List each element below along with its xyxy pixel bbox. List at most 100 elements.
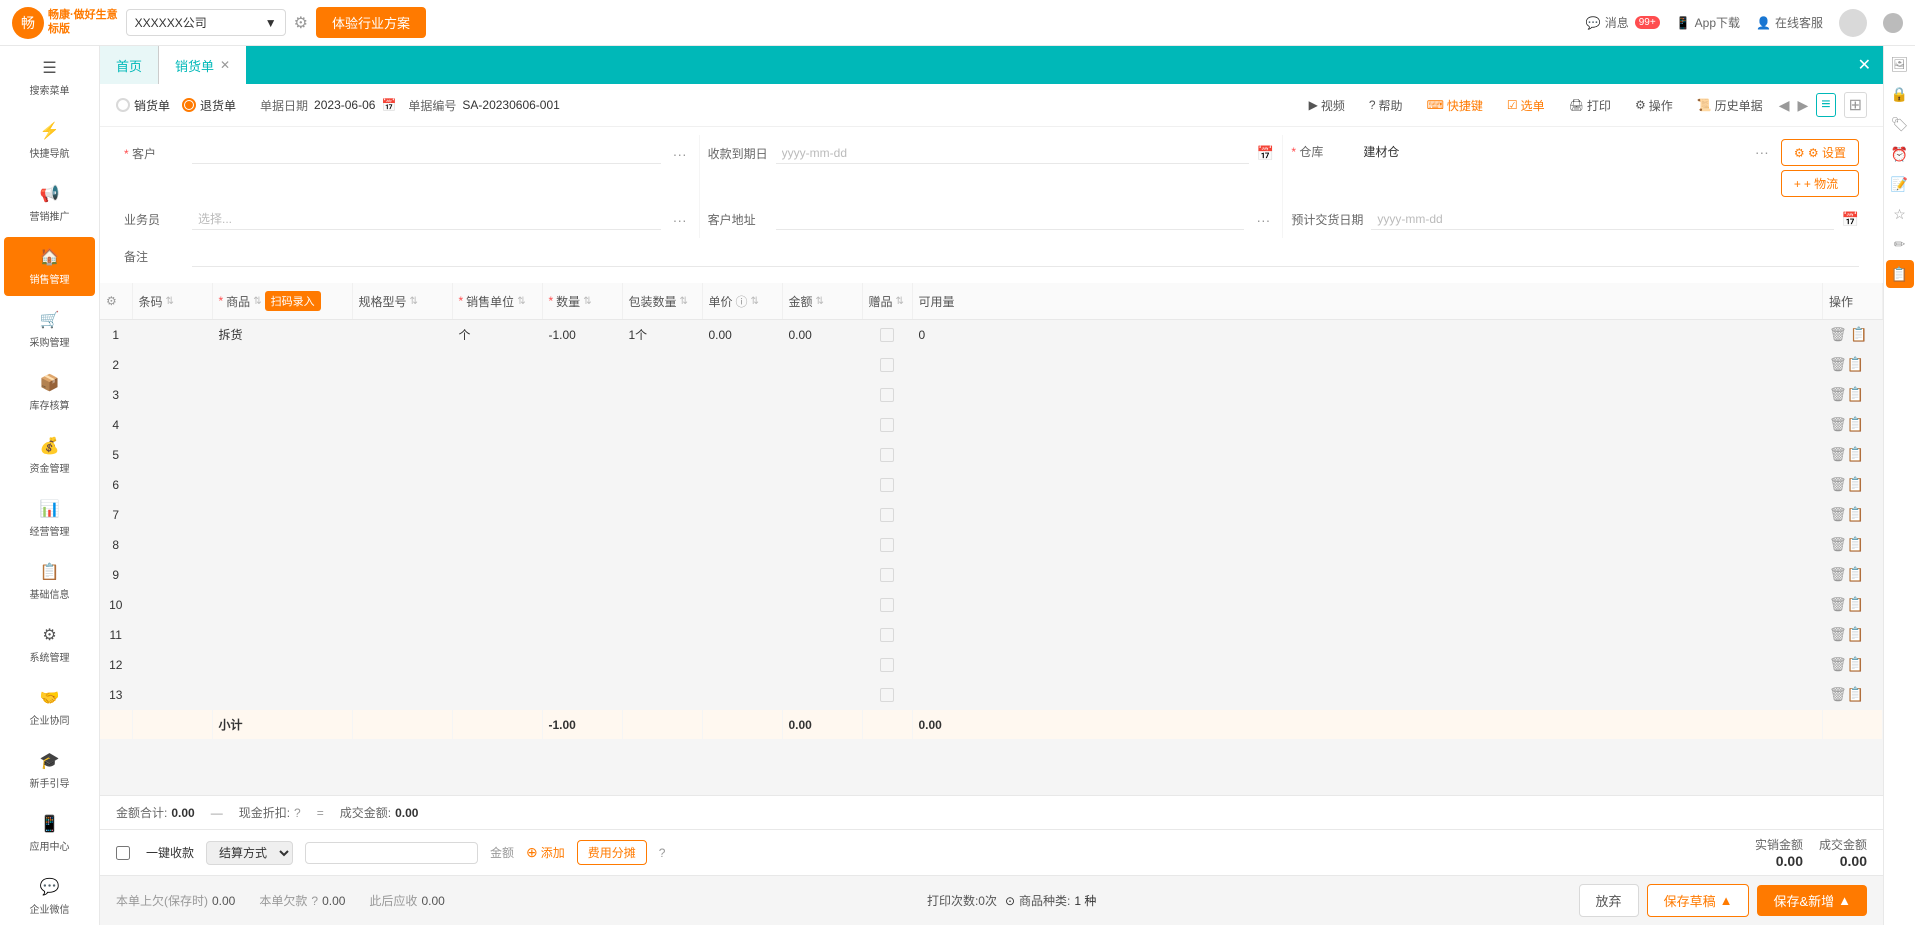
calendar-icon[interactable]: 📅: [381, 98, 396, 112]
next-icon[interactable]: ▶: [1797, 97, 1808, 114]
delete-row-5-icon[interactable]: 🗑: [1829, 446, 1847, 462]
gift-checkbox-13[interactable]: [880, 688, 894, 702]
draft-button[interactable]: 保存草稿 ▲: [1647, 884, 1750, 917]
salesperson-input[interactable]: [192, 209, 661, 230]
copy-row-13-icon[interactable]: 📋: [1847, 686, 1864, 702]
delete-row-10-icon[interactable]: 🗑: [1829, 596, 1847, 612]
discard-button[interactable]: 放弃: [1579, 884, 1639, 917]
delete-row-8-icon[interactable]: 🗑: [1829, 536, 1847, 552]
sidebar-item-operations[interactable]: 📊 经营管理: [4, 489, 95, 548]
tab-sales-order[interactable]: 销货单 ✕: [159, 46, 246, 84]
barcode-sort-icon[interactable]: ⇅: [166, 296, 174, 307]
shortcut-button[interactable]: ⌨ 快捷键: [1419, 94, 1491, 117]
help-button[interactable]: ? 帮助: [1361, 94, 1411, 117]
amount-sort-icon[interactable]: ⇅: [816, 296, 824, 307]
right-panel-clock[interactable]: ⏰: [1886, 140, 1914, 168]
copy-row-4-icon[interactable]: 📋: [1847, 416, 1864, 432]
receipt-date-input[interactable]: [776, 143, 1249, 164]
print-button[interactable]: 🖨 打印: [1561, 94, 1619, 117]
qty-sort-icon[interactable]: ⇅: [583, 296, 591, 307]
gift-checkbox-12[interactable]: [880, 658, 894, 672]
delete-row-1-icon[interactable]: 🗑: [1829, 326, 1847, 342]
copy-row-7-icon[interactable]: 📋: [1847, 506, 1864, 522]
copy-row-12-icon[interactable]: 📋: [1847, 656, 1864, 672]
sidebar-item-guide[interactable]: 🎓 新手引导: [4, 741, 95, 800]
operate-button[interactable]: ⚙ 操作: [1627, 94, 1681, 117]
sidebar-item-appstore[interactable]: 📱 应用中心: [4, 804, 95, 863]
select-button[interactable]: ☑ 选单: [1499, 94, 1553, 117]
tab-home[interactable]: 首页: [100, 46, 159, 84]
prev-icon[interactable]: ◀: [1779, 97, 1790, 114]
gift-checkbox-11[interactable]: [880, 628, 894, 642]
radio-sales[interactable]: 销货单: [116, 97, 170, 114]
cell-pack-qty-1[interactable]: 1个: [622, 320, 702, 350]
flow-button[interactable]: + + 物流: [1781, 170, 1859, 197]
close-icon[interactable]: ✕: [1858, 57, 1871, 74]
sidebar-item-search[interactable]: ☰ 搜索菜单: [4, 48, 95, 107]
copy-row-11-icon[interactable]: 📋: [1847, 626, 1864, 642]
copy-row-1-icon[interactable]: 📋: [1850, 326, 1867, 342]
sidebar-item-finance[interactable]: 💰 资金管理: [4, 426, 95, 485]
tab-close-icon[interactable]: ✕: [220, 58, 230, 72]
gift-checkbox-3[interactable]: [880, 388, 894, 402]
sidebar-item-quicknav[interactable]: ⚡ 快捷导航: [4, 111, 95, 170]
note-input[interactable]: [192, 246, 1859, 267]
right-panel-lock[interactable]: 🔒: [1886, 80, 1914, 108]
grid-view-icon[interactable]: ⊞: [1844, 92, 1867, 118]
delete-row-12-icon[interactable]: 🗑: [1829, 656, 1847, 672]
one-click-payment-checkbox[interactable]: [116, 846, 130, 860]
cell-unit-1[interactable]: 个: [452, 320, 542, 350]
expense-info-icon[interactable]: ?: [659, 846, 666, 860]
delivery-calendar-icon[interactable]: 📅: [1842, 211, 1859, 228]
pack-sort-icon[interactable]: ⇅: [680, 296, 688, 307]
gift-checkbox-4[interactable]: [880, 418, 894, 432]
expense-button[interactable]: 费用分摊: [577, 840, 647, 865]
setting-button[interactable]: ⚙ ⚙ 设置: [1781, 139, 1859, 166]
gift-checkbox-10[interactable]: [880, 598, 894, 612]
right-panel-image[interactable]: 🖼: [1886, 50, 1914, 78]
cell-quantity-1[interactable]: -1.00: [542, 320, 622, 350]
add-payment-button[interactable]: ⊕ 添加: [526, 844, 565, 861]
sidebar-item-purchase[interactable]: 🛒 采购管理: [4, 300, 95, 359]
gift-checkbox-8[interactable]: [880, 538, 894, 552]
price-sort-icon[interactable]: ⇅: [751, 296, 759, 307]
unit-sort-icon[interactable]: ⇅: [517, 296, 525, 307]
copy-row-3-icon[interactable]: 📋: [1847, 386, 1864, 402]
payment-method-select[interactable]: 结算方式: [206, 841, 293, 865]
cell-barcode-1[interactable]: [132, 320, 212, 350]
sidebar-item-basics[interactable]: 📋 基础信息: [4, 552, 95, 611]
list-view-icon[interactable]: ≡: [1816, 93, 1835, 117]
online-service-button[interactable]: 👤 在线客服: [1756, 14, 1823, 31]
discount-info-icon[interactable]: ?: [294, 806, 301, 820]
right-panel-note[interactable]: 📝: [1886, 170, 1914, 198]
avatar2[interactable]: [1883, 13, 1903, 33]
right-panel-active[interactable]: 📋: [1886, 260, 1914, 288]
column-settings-icon[interactable]: ⚙: [106, 294, 117, 308]
spec-sort-icon[interactable]: ⇅: [410, 296, 418, 307]
settings-gear-icon[interactable]: ⚙: [294, 13, 308, 33]
save-new-button[interactable]: 保存&新增 ▲: [1757, 885, 1867, 916]
right-panel-tag[interactable]: 🏷: [1886, 110, 1914, 138]
delete-row-2-icon[interactable]: 🗑: [1829, 356, 1847, 372]
cell-spec-1[interactable]: [352, 320, 452, 350]
trial-button[interactable]: 体验行业方案: [316, 7, 426, 38]
cell-amount-1[interactable]: 0.00: [782, 320, 862, 350]
delete-row-6-icon[interactable]: 🗑: [1829, 476, 1847, 492]
sidebar-item-sales[interactable]: 🏠 销售管理: [4, 237, 95, 296]
product-sort-icon[interactable]: ⇅: [253, 296, 261, 307]
copy-row-8-icon[interactable]: 📋: [1847, 536, 1864, 552]
right-panel-edit[interactable]: ✏: [1886, 230, 1914, 258]
delivery-input[interactable]: [1371, 209, 1833, 230]
gift-sort-icon[interactable]: ⇅: [896, 296, 904, 307]
delete-row-13-icon[interactable]: 🗑: [1829, 686, 1847, 702]
gift-checkbox-5[interactable]: [880, 448, 894, 462]
tab-bar-close[interactable]: ✕: [1858, 55, 1883, 75]
copy-row-6-icon[interactable]: 📋: [1847, 476, 1864, 492]
gift-checkbox-1[interactable]: [880, 328, 894, 342]
right-panel-star[interactable]: ☆: [1886, 200, 1914, 228]
sidebar-item-inventory[interactable]: 📦 库存核算: [4, 363, 95, 422]
copy-row-2-icon[interactable]: 📋: [1847, 356, 1864, 372]
salesperson-ellipsis[interactable]: ···: [669, 212, 691, 228]
radio-return[interactable]: 退货单: [182, 97, 236, 114]
company-selector[interactable]: XXXXXX公司 ▼: [126, 9, 286, 36]
